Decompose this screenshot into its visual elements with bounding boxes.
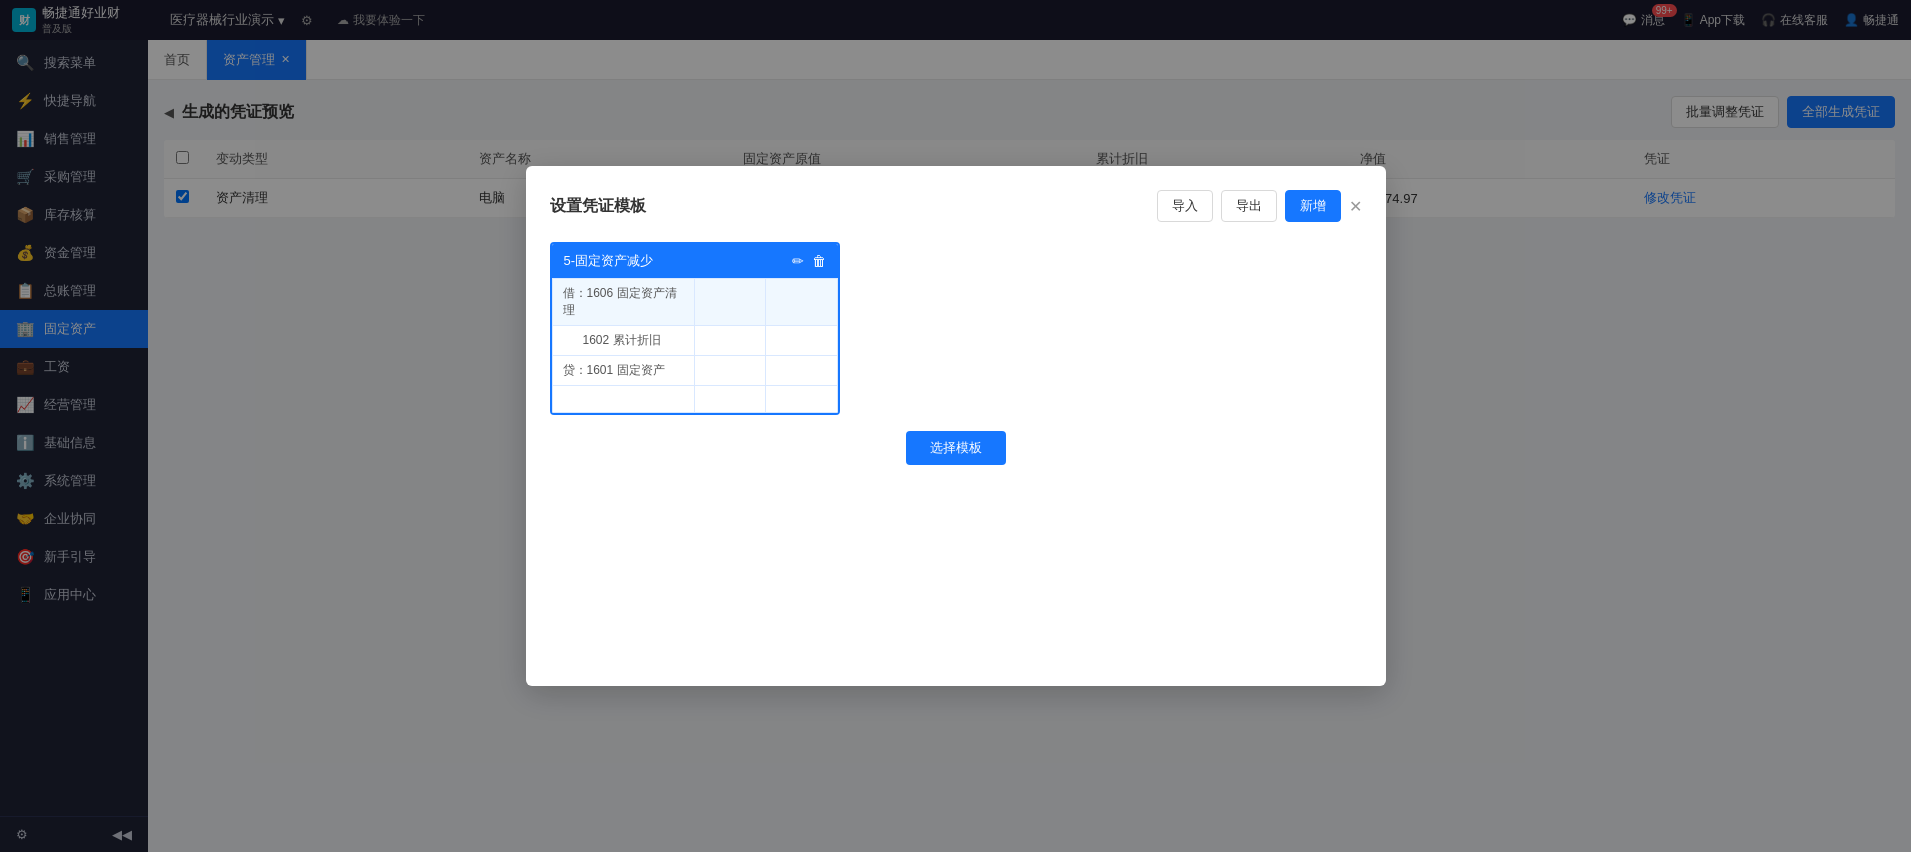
template-row1-debit [695, 279, 766, 326]
template-row3-debit [695, 356, 766, 386]
template-row-3: 贷：1601 固定资产 [552, 356, 837, 386]
template-empty-debit [695, 386, 766, 413]
export-button[interactable]: 导出 [1221, 190, 1277, 222]
template-row-1: 借：1606 固定资产清理 [552, 279, 837, 326]
modal-actions: 导入 导出 新增 [1157, 190, 1341, 222]
template-card-body: 借：1606 固定资产清理 1602 累计折旧 贷：1601 固定资产 [552, 278, 838, 413]
template-row-empty [552, 386, 837, 413]
template-row2-label: 1602 累计折旧 [552, 326, 695, 356]
import-button[interactable]: 导入 [1157, 190, 1213, 222]
select-template-button[interactable]: 选择模板 [906, 431, 1006, 465]
template-row-2: 1602 累计折旧 [552, 326, 837, 356]
template-row2-debit [695, 326, 766, 356]
template-delete-icon[interactable]: 🗑 [812, 253, 826, 269]
modal-set-template: 设置凭证模板 导入 导出 新增 ✕ 5-固定资产减少 ✏ 🗑 [526, 166, 1386, 686]
template-row1-credit [766, 279, 837, 326]
template-card-actions: ✏ 🗑 [792, 253, 826, 269]
template-edit-icon[interactable]: ✏ [792, 253, 804, 269]
template-row2-credit [766, 326, 837, 356]
template-empty-credit [766, 386, 837, 413]
modal-title: 设置凭证模板 [550, 196, 646, 217]
modal-close-icon[interactable]: ✕ [1349, 197, 1362, 216]
modal-header: 设置凭证模板 导入 导出 新增 ✕ [550, 190, 1362, 222]
template-empty-label [552, 386, 695, 413]
modal-body: 5-固定资产减少 ✏ 🗑 借：1606 固定资产清理 [550, 242, 1362, 662]
new-button[interactable]: 新增 [1285, 190, 1341, 222]
modal-overlay: 设置凭证模板 导入 导出 新增 ✕ 5-固定资产减少 ✏ 🗑 [0, 0, 1911, 852]
template-card-header: 5-固定资产减少 ✏ 🗑 [552, 244, 838, 278]
template-row3-credit [766, 356, 837, 386]
template-card: 5-固定资产减少 ✏ 🗑 借：1606 固定资产清理 [550, 242, 840, 415]
template-row1-label: 借：1606 固定资产清理 [552, 279, 695, 326]
template-name: 5-固定资产减少 [564, 252, 654, 270]
template-row3-label: 贷：1601 固定资产 [552, 356, 695, 386]
